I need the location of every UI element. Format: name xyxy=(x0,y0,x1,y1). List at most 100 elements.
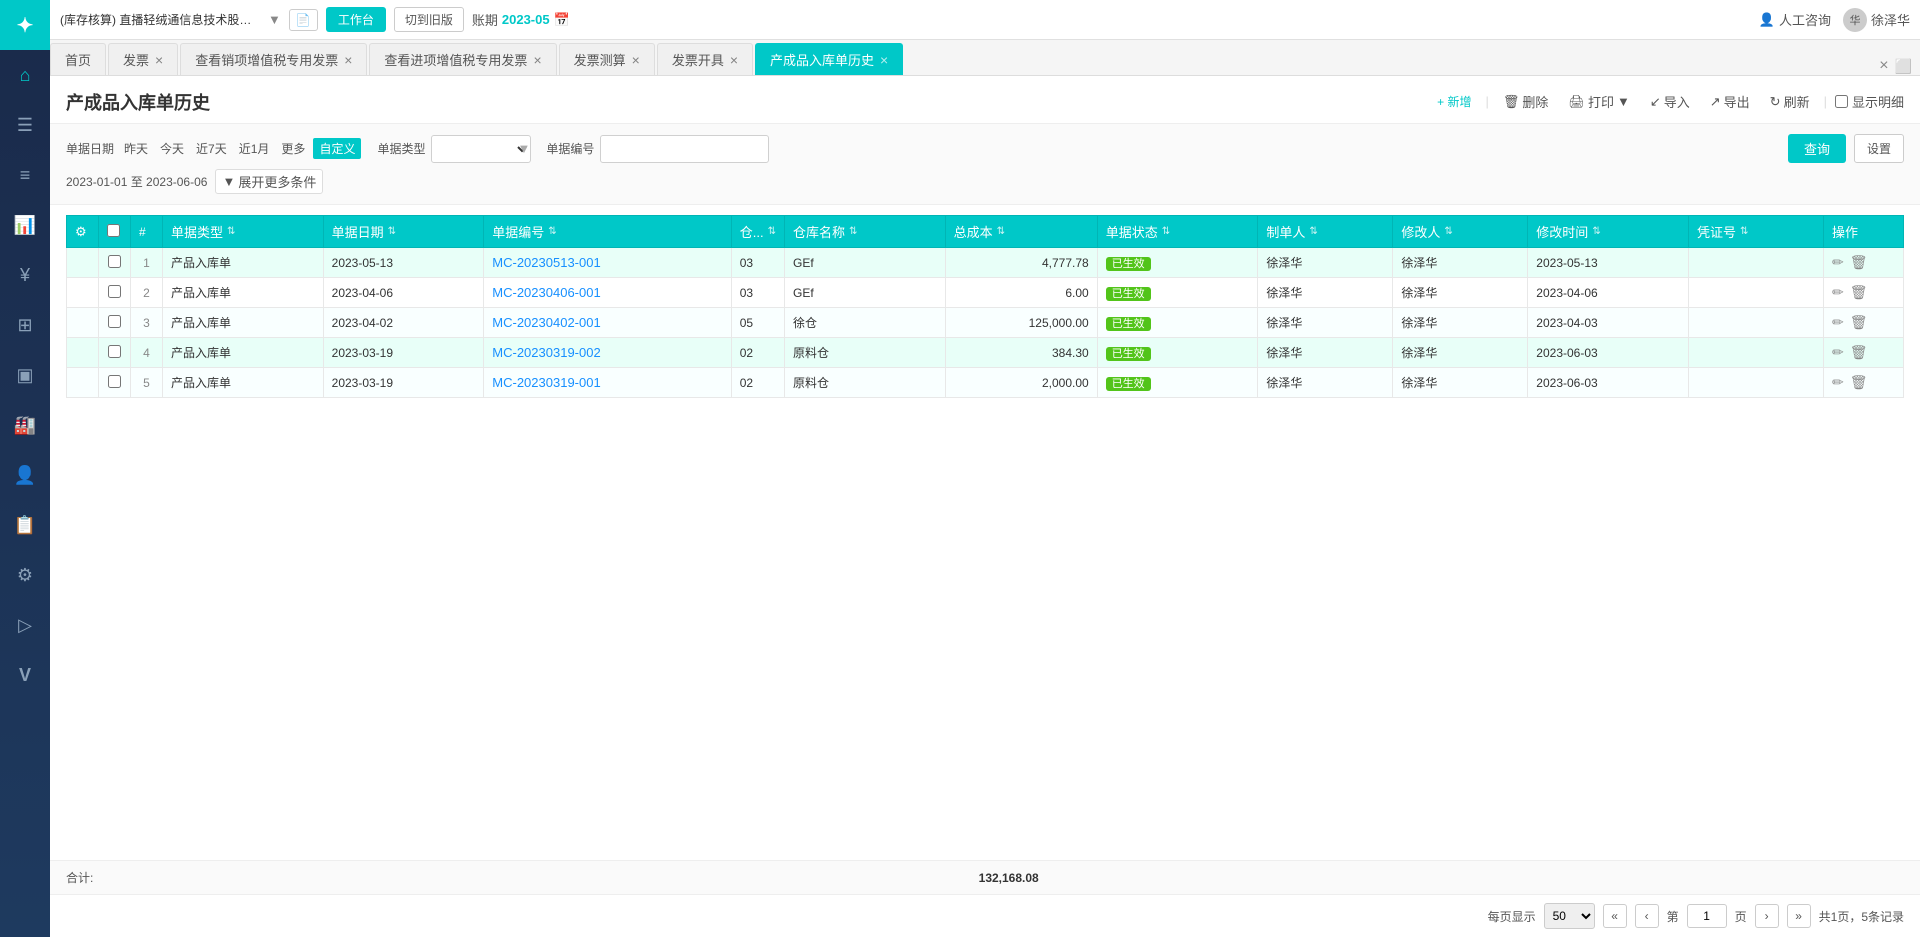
sidebar-item-gear[interactable]: ⚙ xyxy=(0,550,50,600)
sidebar-item-money[interactable]: ¥ xyxy=(0,250,50,300)
tab-home[interactable]: 首页 xyxy=(50,43,106,75)
sidebar-item-report[interactable]: 📋 xyxy=(0,500,50,550)
sidebar-item-warehouse[interactable]: 🏭 xyxy=(0,400,50,450)
expand-more-btn[interactable]: ▼ 展开更多条件 xyxy=(215,169,323,194)
per-page-select[interactable]: 50 100 xyxy=(1544,903,1595,929)
show-detail-checkbox[interactable] xyxy=(1835,95,1848,108)
sidebar-item-org[interactable]: ⊞ xyxy=(0,300,50,350)
tab-product-instock-close[interactable]: × xyxy=(880,53,888,67)
page-next-btn[interactable]: › xyxy=(1755,904,1779,928)
page-prev-btn[interactable]: ‹ xyxy=(1635,904,1659,928)
row-checkbox[interactable] xyxy=(99,308,131,338)
row-number[interactable]: MC-20230319-002 xyxy=(484,338,731,368)
select-all-checkbox[interactable] xyxy=(107,224,120,237)
sort-voucher-icon: ⇅ xyxy=(1740,226,1748,237)
date-today-btn[interactable]: 今天 xyxy=(156,138,188,159)
workstation-btn[interactable]: 工作台 xyxy=(326,7,386,32)
type-filter-select[interactable] xyxy=(431,135,531,163)
sidebar-item-chart[interactable]: 📊 xyxy=(0,200,50,250)
row-delete-icon[interactable]: 🗑 xyxy=(1850,374,1868,391)
setting-btn[interactable]: 设置 xyxy=(1854,134,1904,163)
tab-window-close[interactable]: × xyxy=(1879,57,1888,75)
number-filter-input[interactable] xyxy=(600,135,769,163)
row-edit-icon[interactable]: ✏ xyxy=(1832,314,1844,331)
sidebar-item-v[interactable]: V xyxy=(0,650,50,700)
print-btn[interactable]: 🖨 打印 ▼ xyxy=(1562,88,1635,115)
page-last-btn[interactable]: » xyxy=(1787,904,1811,928)
sort-type-icon: ⇅ xyxy=(227,226,235,237)
show-detail-label[interactable]: 显示明细 xyxy=(1835,92,1904,111)
th-status[interactable]: 单据状态⇅ xyxy=(1097,216,1258,248)
import-btn[interactable]: ↙ 导入 xyxy=(1644,88,1696,115)
tab-check-sale-vat[interactable]: 查看销项增值税专用发票 × xyxy=(180,43,367,75)
tab-check-buy-vat[interactable]: 查看进项增值税专用发票 × xyxy=(369,43,556,75)
row-checkbox[interactable] xyxy=(99,248,131,278)
export-btn[interactable]: ↗ 导出 xyxy=(1704,88,1756,115)
query-btn[interactable]: 查询 xyxy=(1788,134,1846,163)
row-edit-icon[interactable]: ✏ xyxy=(1832,284,1844,301)
th-operation: 操作 xyxy=(1824,216,1904,248)
th-voucher[interactable]: 凭证号⇅ xyxy=(1688,216,1823,248)
row-delete-icon[interactable]: 🗑 xyxy=(1850,314,1868,331)
th-modifier[interactable]: 修改人⇅ xyxy=(1393,216,1528,248)
delete-btn[interactable]: 🗑 删除 xyxy=(1497,88,1555,115)
tab-window-maximize[interactable]: ⬜ xyxy=(1895,58,1912,75)
sidebar-item-person[interactable]: 👤 xyxy=(0,450,50,500)
page-first-btn[interactable]: « xyxy=(1603,904,1627,928)
help-btn[interactable]: 👤 人工咨询 xyxy=(1759,10,1831,29)
th-warehouse-name[interactable]: 仓库名称⇅ xyxy=(784,216,945,248)
row-delete-icon[interactable]: 🗑 xyxy=(1850,344,1868,361)
th-num: # xyxy=(131,216,163,248)
calendar-icon[interactable]: 📅 xyxy=(554,12,570,28)
row-edit-icon[interactable]: ✏ xyxy=(1832,254,1844,271)
tab-check-sale-vat-close[interactable]: × xyxy=(344,53,352,67)
tab-invoice-close[interactable]: × xyxy=(155,53,163,67)
tab-invoice-calc[interactable]: 发票测算 × xyxy=(559,43,655,75)
th-settings[interactable]: ⚙ xyxy=(67,216,99,248)
date-yesterday-btn[interactable]: 昨天 xyxy=(120,138,152,159)
tab-product-instock[interactable]: 产成品入库单历史 × xyxy=(755,43,903,75)
app-logo[interactable]: ✦ xyxy=(0,0,50,50)
th-creator[interactable]: 制单人⇅ xyxy=(1258,216,1393,248)
sidebar-item-home[interactable]: ⌂ xyxy=(0,50,50,100)
th-date[interactable]: 单据日期⇅ xyxy=(323,216,484,248)
date-custom-btn[interactable]: 自定义 xyxy=(313,138,361,159)
date-more-btn[interactable]: 更多 xyxy=(277,138,309,159)
tab-invoice[interactable]: 发票 × xyxy=(108,43,178,75)
doc-icon-btn[interactable]: 📄 xyxy=(289,9,318,31)
tab-check-buy-vat-close[interactable]: × xyxy=(533,53,541,67)
row-delete-icon[interactable]: 🗑 xyxy=(1850,254,1868,271)
date-1month-btn[interactable]: 近1月 xyxy=(235,138,274,159)
row-edit-icon[interactable]: ✏ xyxy=(1832,374,1844,391)
row-checkbox[interactable] xyxy=(99,278,131,308)
row-number[interactable]: MC-20230319-001 xyxy=(484,368,731,398)
page-input[interactable] xyxy=(1687,904,1727,928)
switch-old-btn[interactable]: 切到旧版 xyxy=(394,7,464,32)
date-7days-btn[interactable]: 近7天 xyxy=(192,138,231,159)
th-checkbox[interactable] xyxy=(99,216,131,248)
row-number[interactable]: MC-20230406-001 xyxy=(484,278,731,308)
tab-invoice-calc-close[interactable]: × xyxy=(632,53,640,67)
th-total-cost[interactable]: 总成本⇅ xyxy=(945,216,1097,248)
tab-invoice-open-close[interactable]: × xyxy=(730,53,738,67)
row-number[interactable]: MC-20230513-001 xyxy=(484,248,731,278)
row-delete-icon[interactable]: 🗑 xyxy=(1850,284,1868,301)
row-checkbox[interactable] xyxy=(99,338,131,368)
sidebar-item-box[interactable]: ▣ xyxy=(0,350,50,400)
sidebar-item-media[interactable]: ▷ xyxy=(0,600,50,650)
new-btn[interactable]: + 新增 xyxy=(1431,89,1477,114)
th-type[interactable]: 单据类型⇅ xyxy=(163,216,324,248)
sidebar-item-doc[interactable]: ☰ xyxy=(0,100,50,150)
th-warehouse-code[interactable]: 仓...⇅ xyxy=(731,216,784,248)
sidebar-item-list[interactable]: ≡ xyxy=(0,150,50,200)
row-checkbox[interactable] xyxy=(99,368,131,398)
refresh-btn[interactable]: ↻ 刷新 xyxy=(1764,88,1816,115)
row-edit-icon[interactable]: ✏ xyxy=(1832,344,1844,361)
dropdown-icon[interactable]: ▼ xyxy=(268,12,281,27)
row-number[interactable]: MC-20230402-001 xyxy=(484,308,731,338)
th-number[interactable]: 单据编号⇅ xyxy=(484,216,731,248)
tab-invoice-open[interactable]: 发票开具 × xyxy=(657,43,753,75)
th-modify-time[interactable]: 修改时间⇅ xyxy=(1528,216,1689,248)
table-body: 1 产品入库单 2023-05-13 MC-20230513-001 03 GE… xyxy=(67,248,1904,398)
table-row: 5 产品入库单 2023-03-19 MC-20230319-001 02 原料… xyxy=(67,368,1904,398)
